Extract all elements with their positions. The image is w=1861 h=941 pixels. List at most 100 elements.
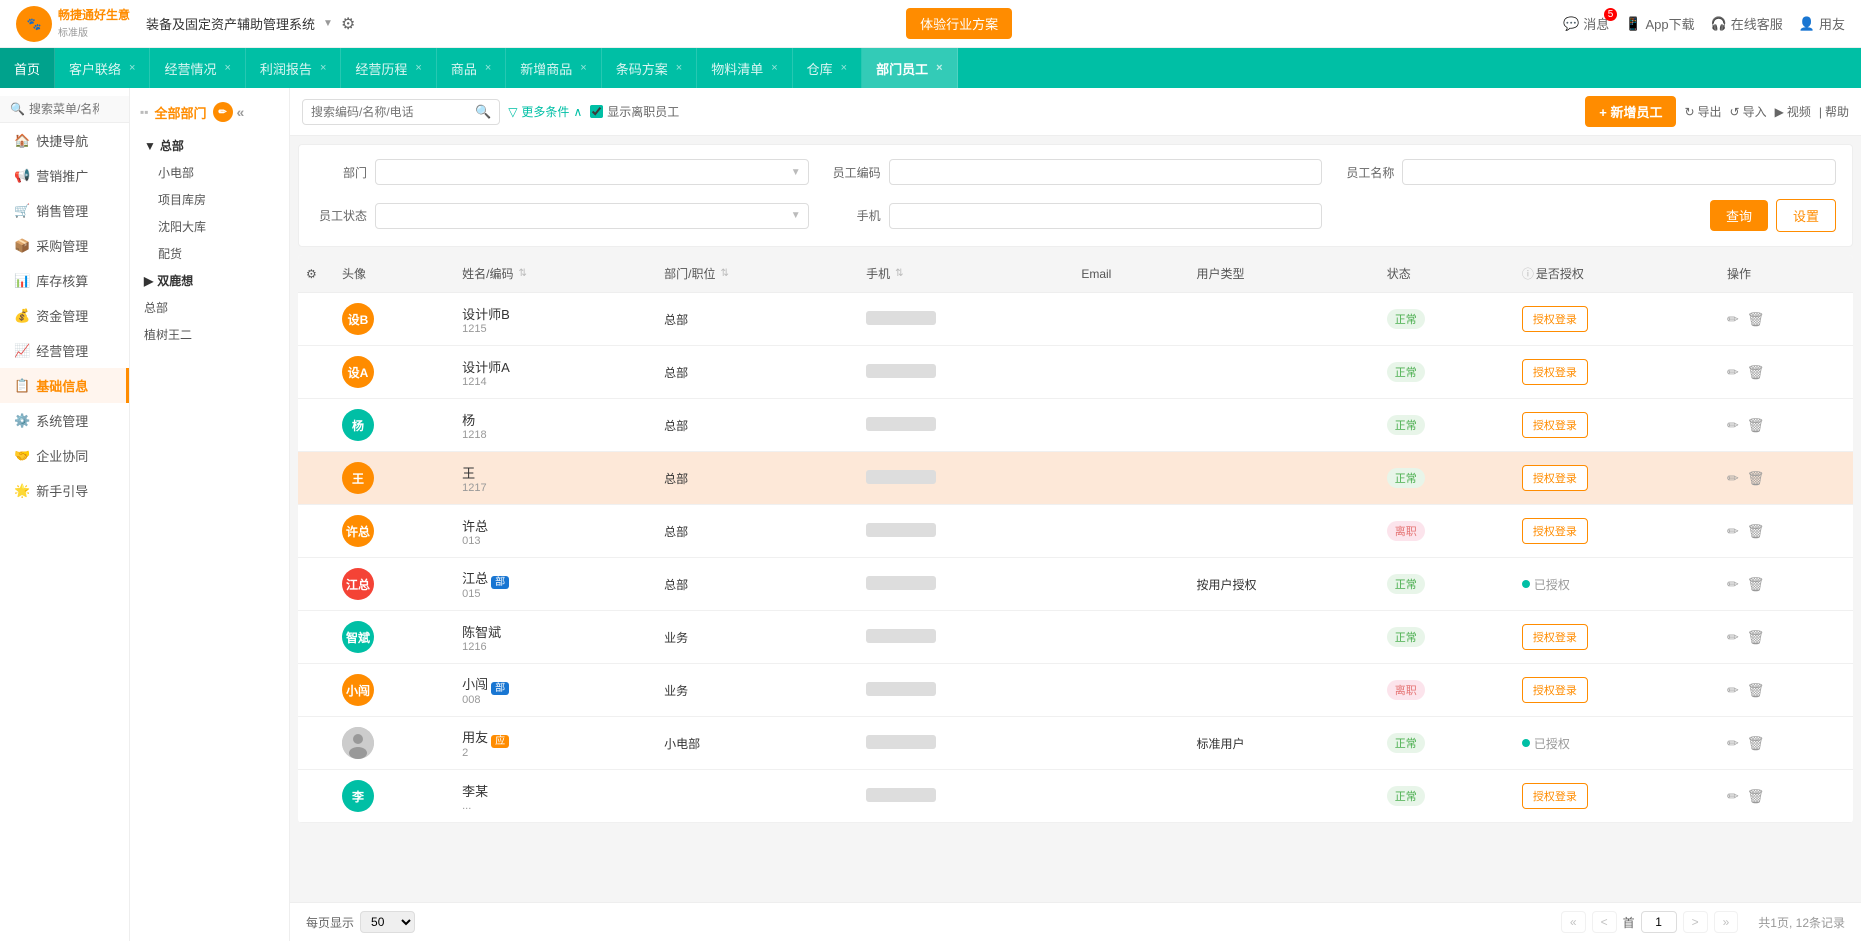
close-icon[interactable]: × [580,62,586,74]
tab-history[interactable]: 经营历程 × [341,48,436,88]
dept-collapse-btn[interactable]: « [237,104,245,120]
auth-btn[interactable]: 授权登录 [1522,518,1588,544]
dept-item-zongbu[interactable]: 总部 [130,294,289,321]
edit-btn[interactable]: ✏ [1727,470,1739,487]
tab-operation[interactable]: 经营情况 × [150,48,245,88]
search-input[interactable] [311,105,471,119]
phone-input[interactable] [889,203,1323,229]
import-btn[interactable]: ↺ 导入 [1730,103,1767,120]
dept-item-peihuo[interactable]: 配货 [130,240,289,267]
delete-btn[interactable]: 🗑 [1747,629,1765,646]
edit-btn[interactable]: ✏ [1727,417,1739,434]
auth-btn[interactable]: 授权登录 [1522,783,1588,809]
info-icon[interactable]: ⓘ [1522,267,1534,281]
first-page-btn[interactable]: « [1561,911,1586,933]
close-icon[interactable]: × [485,62,491,74]
edit-btn[interactable]: ✏ [1727,311,1739,328]
delete-btn[interactable]: 🗑 [1747,364,1765,381]
edit-btn[interactable]: ✏ [1727,576,1739,593]
dept-item-xiaodibu[interactable]: 小电部 [130,159,289,186]
help-btn[interactable]: | 帮助 [1819,103,1849,120]
more-filter-btn[interactable]: ▽ 更多条件 ∧ [508,103,582,120]
last-page-btn[interactable]: » [1714,911,1739,933]
tab-home[interactable]: 首页 [0,48,55,88]
system-dropdown-arrow[interactable]: ▼ [323,18,333,29]
tab-warehouse[interactable]: 仓库 × [793,48,862,88]
tab-barcode[interactable]: 条码方案 × [602,48,697,88]
delete-btn[interactable]: 🗑 [1747,735,1765,752]
edit-btn[interactable]: ✏ [1727,682,1739,699]
online-service-btn[interactable]: 🎧 在线客服 [1711,14,1783,33]
notice-button[interactable]: 💬 消息 5 [1563,14,1609,33]
close-icon[interactable]: × [936,62,942,74]
close-icon[interactable]: × [841,62,847,74]
edit-btn[interactable]: ✏ [1727,629,1739,646]
close-icon[interactable]: × [224,62,230,74]
empcode-input[interactable] [889,159,1323,185]
dept-item-root[interactable]: ▼ 总部 [130,132,289,159]
sidebar-item-sales[interactable]: 🛒 销售管理 [0,193,129,228]
empstatus-select-wrap[interactable]: ▼ [375,203,809,229]
th-settings[interactable]: ⚙ [298,255,334,293]
dept-item-projectroom[interactable]: 项目库房 [130,186,289,213]
delete-btn[interactable]: 🗑 [1747,576,1765,593]
app-download-btn[interactable]: 📱 App下载 [1625,14,1694,33]
dept-edit-btn[interactable]: ✏ [213,102,233,122]
empstatus-select[interactable] [375,203,809,229]
close-icon[interactable]: × [415,62,421,74]
page-number-input[interactable] [1641,911,1677,933]
add-employee-btn[interactable]: + 新增员工 [1585,96,1676,127]
th-dept-position[interactable]: 部门/职位⇅ [656,255,858,293]
delete-btn[interactable]: 🗑 [1747,788,1765,805]
sort-icon[interactable]: ⇅ [720,268,728,279]
view-btn[interactable]: ▶ 视频 [1775,103,1811,120]
sidebar-item-collab[interactable]: 🤝 企业协同 [0,438,129,473]
user-menu[interactable]: 👤 用友 [1799,14,1845,33]
sidebar-item-finance[interactable]: 💰 资金管理 [0,298,129,333]
auth-btn[interactable]: 授权登录 [1522,624,1588,650]
edit-btn[interactable]: ✏ [1727,364,1739,381]
tab-goods[interactable]: 商品 × [437,48,506,88]
tab-add-goods[interactable]: 新增商品 × [506,48,601,88]
trial-button[interactable]: 体验行业方案 [906,8,1012,39]
next-page-btn[interactable]: > [1683,911,1708,933]
delete-btn[interactable]: 🗑 [1747,417,1765,434]
sidebar-item-inventory[interactable]: 📊 库存核算 [0,263,129,298]
close-icon[interactable]: × [771,62,777,74]
edit-btn[interactable]: ✏ [1727,788,1739,805]
query-button[interactable]: 查询 [1710,200,1768,231]
sidebar-item-guide[interactable]: 🌟 新手引导 [0,473,129,508]
show-resigned-checkbox[interactable] [590,105,603,118]
edit-btn[interactable]: ✏ [1727,523,1739,540]
close-icon[interactable]: × [676,62,682,74]
auth-btn[interactable]: 授权登录 [1522,465,1588,491]
auth-btn[interactable]: 授权登录 [1522,306,1588,332]
sidebar-item-operations[interactable]: 📈 经营管理 [0,333,129,368]
sort-icon[interactable]: ⇅ [518,268,526,279]
sidebar-search-input[interactable] [29,102,99,116]
th-phone[interactable]: 手机⇅ [858,255,1073,293]
auth-btn[interactable]: 授权登录 [1522,412,1588,438]
sidebar-item-quicknav[interactable]: 🏠 快捷导航 [0,123,129,158]
dept-select-wrap[interactable]: ▼ [375,159,809,185]
sidebar-search[interactable]: 🔍 [0,96,129,123]
set-button[interactable]: 设置 [1776,199,1836,232]
sidebar-item-system[interactable]: ⚙️ 系统管理 [0,403,129,438]
delete-btn[interactable]: 🗑 [1747,311,1765,328]
tab-bom[interactable]: 物料清单 × [697,48,792,88]
edit-btn[interactable]: ✏ [1727,735,1739,752]
export-btn[interactable]: ↻ 导出 [1684,103,1721,120]
delete-btn[interactable]: 🗑 [1747,682,1765,699]
dept-all-label[interactable]: 全部部门 [155,103,207,122]
prev-page-btn[interactable]: < [1592,911,1617,933]
delete-btn[interactable]: 🗑 [1747,523,1765,540]
sidebar-item-marketing[interactable]: 📢 营销推广 [0,158,129,193]
tab-customer[interactable]: 客户联络 × [55,48,150,88]
dept-item-zhishu[interactable]: 植树王二 [130,321,289,348]
empname-input[interactable] [1402,159,1836,185]
delete-btn[interactable]: 🗑 [1747,470,1765,487]
sidebar-item-basic[interactable]: 📋 基础信息 [0,368,129,403]
show-resigned-label[interactable]: 显示离职员工 [590,103,679,120]
search-icon[interactable]: 🔍 [475,104,491,120]
per-page-select[interactable]: 20 50 100 200 [360,911,415,933]
